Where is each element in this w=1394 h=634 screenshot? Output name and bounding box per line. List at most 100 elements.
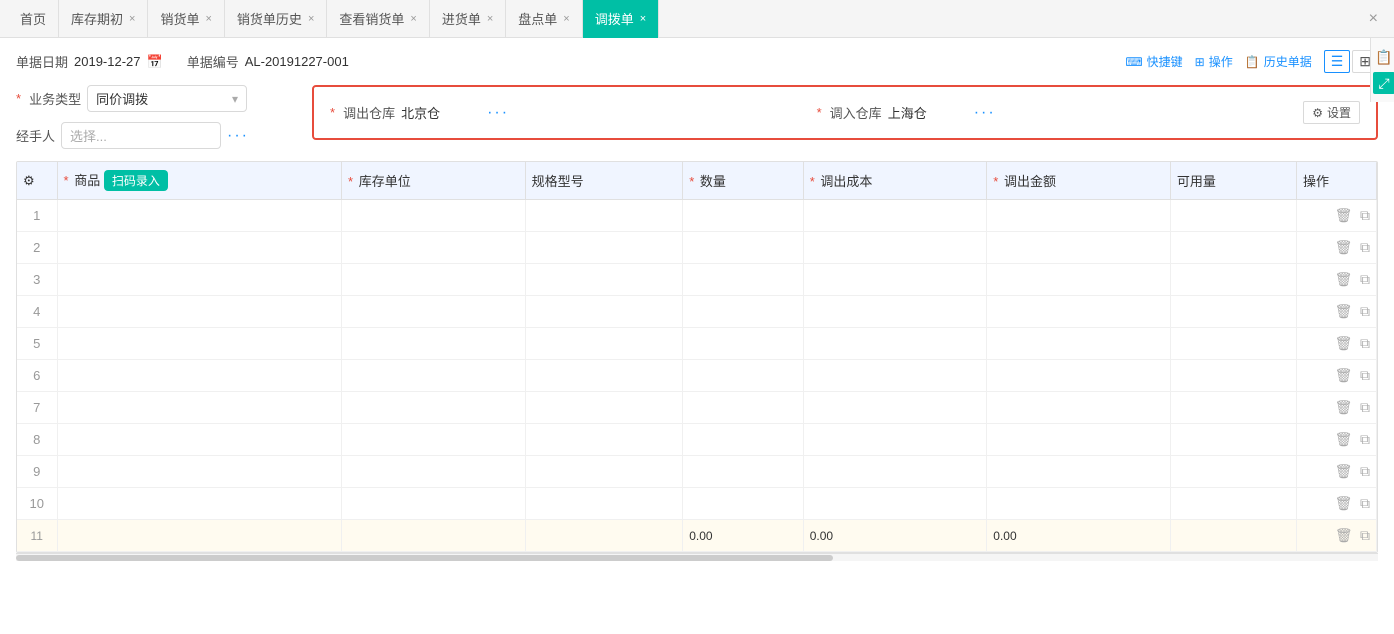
- doc-date-field: 单据日期 2019-12-27 📅: [16, 52, 163, 71]
- row-5-delete-icon[interactable]: 🗑: [1335, 335, 1353, 351]
- row-1-product[interactable]: [57, 200, 342, 232]
- row-1-delete-icon[interactable]: 🗑: [1335, 207, 1353, 223]
- business-type-label: 业务类型: [29, 89, 81, 108]
- layout-list-button[interactable]: ☰: [1324, 50, 1351, 73]
- tab-close-transfer[interactable]: ×: [640, 13, 646, 25]
- row-1-amount[interactable]: [987, 200, 1171, 232]
- row-6-delete-icon[interactable]: 🗑: [1335, 367, 1353, 383]
- warehouse-section: * 调出仓库 北京仓 ··· * 调入仓库 上海仓 ··· ⚙ 设置: [312, 85, 1378, 140]
- row-10-delete-icon[interactable]: 🗑: [1335, 495, 1353, 511]
- row-1-qty[interactable]: [683, 200, 804, 232]
- operations-button[interactable]: ⊞ 操作: [1195, 53, 1233, 70]
- table-row: 6 🗑 ⧉: [17, 360, 1377, 392]
- person-placeholder: 选择...: [70, 126, 107, 145]
- scrollbar-thumb[interactable]: [16, 555, 833, 561]
- col-header-spec: 规格型号: [525, 162, 683, 200]
- person-more-icon[interactable]: ···: [227, 127, 249, 145]
- main-content: 单据日期 2019-12-27 📅 单据编号 AL-20191227-001 ⌨…: [0, 38, 1394, 573]
- tab-close-purchase[interactable]: ×: [487, 13, 493, 25]
- row-2-copy-icon[interactable]: ⧉: [1360, 239, 1370, 255]
- sidebar-note-icon[interactable]: 📋: [1373, 46, 1394, 68]
- row-9-delete-icon[interactable]: 🗑: [1335, 463, 1353, 479]
- tab-view-sales[interactable]: 查看销货单 ×: [327, 0, 429, 38]
- settings-icon: ⚙: [1312, 106, 1323, 120]
- table-header-row: ⚙ * 商品 扫码录入 * 库存单位 规格型号 * 数量: [17, 162, 1377, 200]
- row-1-actions: 🗑 ⧉: [1297, 200, 1377, 232]
- tab-home[interactable]: 首页: [8, 0, 59, 38]
- row-7-delete-icon[interactable]: 🗑: [1335, 399, 1353, 415]
- row-1-available[interactable]: [1170, 200, 1296, 232]
- business-type-value: 同价调拨: [96, 89, 148, 108]
- row-3-delete-icon[interactable]: 🗑: [1335, 271, 1353, 287]
- tab-close-inventory-check[interactable]: ×: [563, 13, 569, 25]
- row-5-copy-icon[interactable]: ⧉: [1360, 335, 1370, 351]
- row-1-unit[interactable]: [342, 200, 526, 232]
- doc-date-label: 单据日期: [16, 52, 68, 71]
- tab-close-view-sales[interactable]: ×: [410, 13, 416, 25]
- row-11-copy-icon[interactable]: ⧉: [1360, 527, 1370, 543]
- form-section: * 业务类型 同价调拨 ▾ 经手人 选择... ··· * 调出仓库 北京仓: [16, 85, 1378, 149]
- table-row: 2 🗑 ⧉: [17, 232, 1377, 264]
- window-close-button[interactable]: ×: [1369, 10, 1378, 27]
- row-9-copy-icon[interactable]: ⧉: [1360, 463, 1370, 479]
- table-row: 5 🗑 ⧉: [17, 328, 1377, 360]
- horizontal-scrollbar[interactable]: [16, 553, 1378, 561]
- tab-transfer[interactable]: 调拨单 ×: [583, 0, 659, 38]
- in-warehouse-field: * 调入仓库 上海仓 ···: [817, 103, 1288, 122]
- tab-sales-history[interactable]: 销货单历史 ×: [225, 0, 327, 38]
- out-warehouse-field: * 调出仓库 北京仓 ···: [330, 103, 801, 122]
- subtotal-amount: 0.00: [987, 520, 1171, 552]
- doc-no-label: 单据编号: [187, 52, 239, 71]
- row-8-copy-icon[interactable]: ⧉: [1360, 431, 1370, 447]
- section-settings-button[interactable]: ⚙ 设置: [1303, 101, 1360, 124]
- row-7-copy-icon[interactable]: ⧉: [1360, 399, 1370, 415]
- business-type-chevron-icon: ▾: [232, 92, 238, 106]
- scan-barcode-button[interactable]: 扫码录入: [104, 170, 168, 191]
- row-11-delete-icon[interactable]: 🗑: [1335, 527, 1353, 543]
- doc-no-field: 单据编号 AL-20191227-001: [187, 52, 349, 71]
- tab-inventory-init[interactable]: 库存期初 ×: [59, 0, 148, 38]
- business-type-required-star: *: [16, 91, 21, 106]
- in-warehouse-required-star: *: [817, 105, 822, 120]
- col-header-gear[interactable]: ⚙: [17, 162, 57, 200]
- tab-close-sales-order[interactable]: ×: [205, 13, 211, 25]
- row-num-1: 1: [17, 200, 57, 232]
- operations-icon: ⊞: [1195, 55, 1205, 69]
- col-header-qty: * 数量: [683, 162, 804, 200]
- row-8-delete-icon[interactable]: 🗑: [1335, 431, 1353, 447]
- doc-date-value: 2019-12-27: [74, 54, 141, 69]
- sidebar-expand-icon[interactable]: ⤢: [1373, 72, 1394, 94]
- form-left: * 业务类型 同价调拨 ▾ 经手人 选择... ···: [16, 85, 296, 149]
- row-2-delete-icon[interactable]: 🗑: [1335, 239, 1353, 255]
- in-warehouse-more-icon[interactable]: ···: [974, 104, 996, 122]
- row-1-cost[interactable]: [803, 200, 987, 232]
- tab-inventory-check[interactable]: 盘点单 ×: [506, 0, 582, 38]
- table-row: 1 🗑 ⧉: [17, 200, 1377, 232]
- row-6-copy-icon[interactable]: ⧉: [1360, 367, 1370, 383]
- row-1-spec[interactable]: [525, 200, 683, 232]
- row-4-delete-icon[interactable]: 🗑: [1335, 303, 1353, 319]
- tab-sales-order[interactable]: 销货单 ×: [148, 0, 224, 38]
- shortcuts-button[interactable]: ⌨ 快捷键: [1125, 53, 1182, 70]
- tab-bar-right: ×: [1369, 10, 1386, 28]
- person-select[interactable]: 选择...: [61, 122, 221, 149]
- out-warehouse-label: 调出仓库: [343, 103, 395, 122]
- calendar-icon[interactable]: 📅: [147, 54, 163, 70]
- col-header-cost: * 调出成本: [803, 162, 987, 200]
- history-docs-button[interactable]: 📋 历史单据: [1245, 53, 1312, 70]
- person-field: 经手人 选择... ···: [16, 122, 296, 149]
- row-3-copy-icon[interactable]: ⧉: [1360, 271, 1370, 287]
- tab-close-inventory-init[interactable]: ×: [129, 13, 135, 25]
- out-warehouse-more-icon[interactable]: ···: [487, 104, 509, 122]
- out-warehouse-value: 北京仓: [401, 103, 481, 122]
- row-10-copy-icon[interactable]: ⧉: [1360, 495, 1370, 511]
- business-type-select[interactable]: 同价调拨 ▾: [87, 85, 247, 112]
- col-header-available: 可用量: [1170, 162, 1296, 200]
- tab-purchase[interactable]: 进货单 ×: [430, 0, 506, 38]
- row-1-copy-icon[interactable]: ⧉: [1360, 207, 1370, 223]
- row-4-copy-icon[interactable]: ⧉: [1360, 303, 1370, 319]
- person-label: 经手人: [16, 126, 55, 145]
- doc-no-value: AL-20191227-001: [245, 54, 349, 69]
- subtotal-qty: 0.00: [683, 520, 804, 552]
- tab-close-sales-history[interactable]: ×: [308, 13, 314, 25]
